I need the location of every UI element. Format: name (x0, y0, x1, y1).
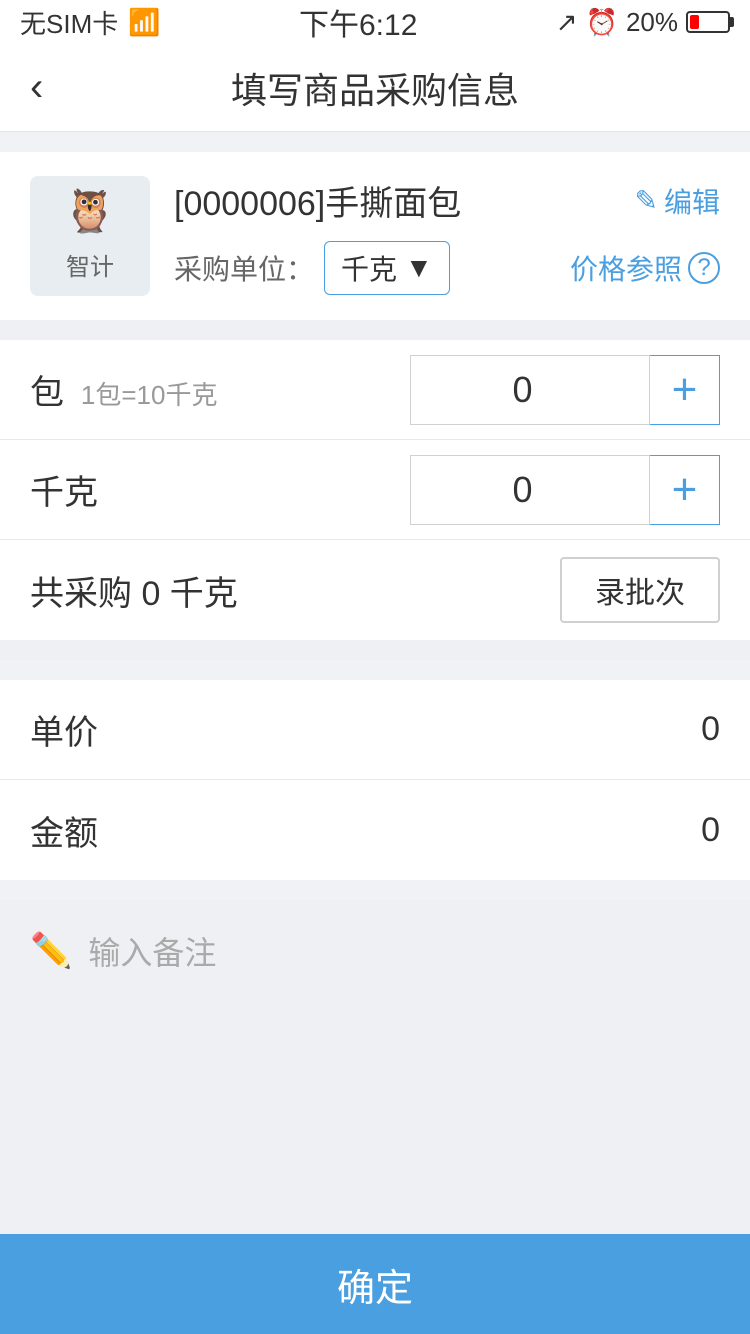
section-divider-1 (0, 320, 750, 340)
product-image: 🦉 智计 (30, 176, 150, 296)
kg-quantity-input[interactable] (410, 455, 650, 525)
kg-plus-button[interactable]: + (650, 455, 720, 525)
status-time: 下午6:12 (299, 0, 417, 44)
pack-label: 包 (30, 374, 64, 412)
pack-label-group: 包 1包=10千克 (30, 365, 217, 414)
status-bar: 无SIM卡 📶 下午6:12 ↗ ⏰ 20% (0, 0, 750, 44)
price-reference-button[interactable]: 价格参照 ? (570, 248, 720, 288)
notes-section[interactable]: ✏️ 输入备注 (0, 900, 750, 1002)
carrier-label: 无SIM卡 (20, 4, 118, 41)
pack-quantity-input[interactable] (410, 355, 650, 425)
kg-input-row: 千克 + (0, 440, 750, 540)
nav-bar: ‹ 填写商品采购信息 (0, 44, 750, 132)
batch-record-button[interactable]: 录批次 (560, 557, 720, 623)
unit-select-group: 采购单位： 千克 ▼ (174, 241, 450, 295)
logo-label: 智计 (66, 254, 114, 281)
product-section: 🦉 智计 [0000006]手撕面包 ✎ 编辑 采购单位： 千克 ▼ 价格参照 … (0, 152, 750, 320)
chevron-down-icon: ▼ (405, 252, 433, 284)
status-left: 无SIM卡 📶 (20, 4, 161, 41)
pencil-icon: ✏️ (30, 931, 72, 971)
unit-row: 采购单位： 千克 ▼ 价格参照 ? (174, 241, 720, 295)
pack-plus-button[interactable]: + (650, 355, 720, 425)
unit-dropdown[interactable]: 千克 ▼ (324, 241, 450, 295)
amount-row: 金额 0 (0, 780, 750, 880)
amount-value: 0 (701, 811, 720, 850)
unit-label: 采购单位： (174, 248, 314, 288)
edit-label: 编辑 (664, 181, 720, 221)
unit-price-label: 单价 (30, 705, 98, 754)
battery-indicator (686, 11, 730, 33)
product-name-row: [0000006]手撕面包 ✎ 编辑 (174, 176, 720, 225)
help-icon: ? (688, 252, 720, 284)
pack-input-row: 包 1包=10千克 + (0, 340, 750, 440)
price-section: 单价 0 金额 0 (0, 680, 750, 880)
status-right: ↗ ⏰ 20% (556, 7, 730, 38)
alarm-icon: ⏰ (586, 7, 618, 38)
quantity-section: 包 1包=10千克 + 千克 + (0, 340, 750, 540)
location-icon: ↗ (556, 7, 578, 38)
section-divider-2 (0, 640, 750, 660)
total-purchase-text: 共采购 0 千克 (30, 566, 238, 615)
kg-label: 千克 (30, 474, 98, 512)
logo-text: 🦉 (64, 187, 116, 234)
product-name: [0000006]手撕面包 (174, 176, 461, 225)
battery-percent: 20% (626, 7, 678, 38)
battery-fill (690, 15, 699, 29)
confirm-button[interactable]: 确定 (0, 1234, 750, 1334)
battery-bar (686, 11, 730, 33)
edit-button[interactable]: ✎ 编辑 (635, 181, 720, 221)
pack-hint: 1包=10千克 (81, 380, 218, 410)
page-title: 填写商品采购信息 (231, 62, 519, 114)
wifi-icon: 📶 (128, 7, 160, 38)
kg-input-right: + (410, 455, 720, 525)
unit-price-value: 0 (701, 710, 720, 749)
amount-label: 金额 (30, 806, 98, 855)
unit-value: 千克 (341, 248, 397, 288)
edit-icon: ✎ (635, 184, 658, 217)
pack-input-right: + (410, 355, 720, 425)
product-logo: 🦉 智计 (64, 186, 116, 287)
product-info: [0000006]手撕面包 ✎ 编辑 采购单位： 千克 ▼ 价格参照 ? (174, 176, 720, 295)
notes-placeholder: 输入备注 (88, 928, 216, 974)
price-ref-label: 价格参照 (570, 248, 682, 288)
summary-row: 共采购 0 千克 录批次 (0, 540, 750, 640)
kg-label-group: 千克 (30, 465, 98, 514)
unit-price-row: 单价 0 (0, 680, 750, 780)
back-button[interactable]: ‹ (20, 55, 53, 120)
